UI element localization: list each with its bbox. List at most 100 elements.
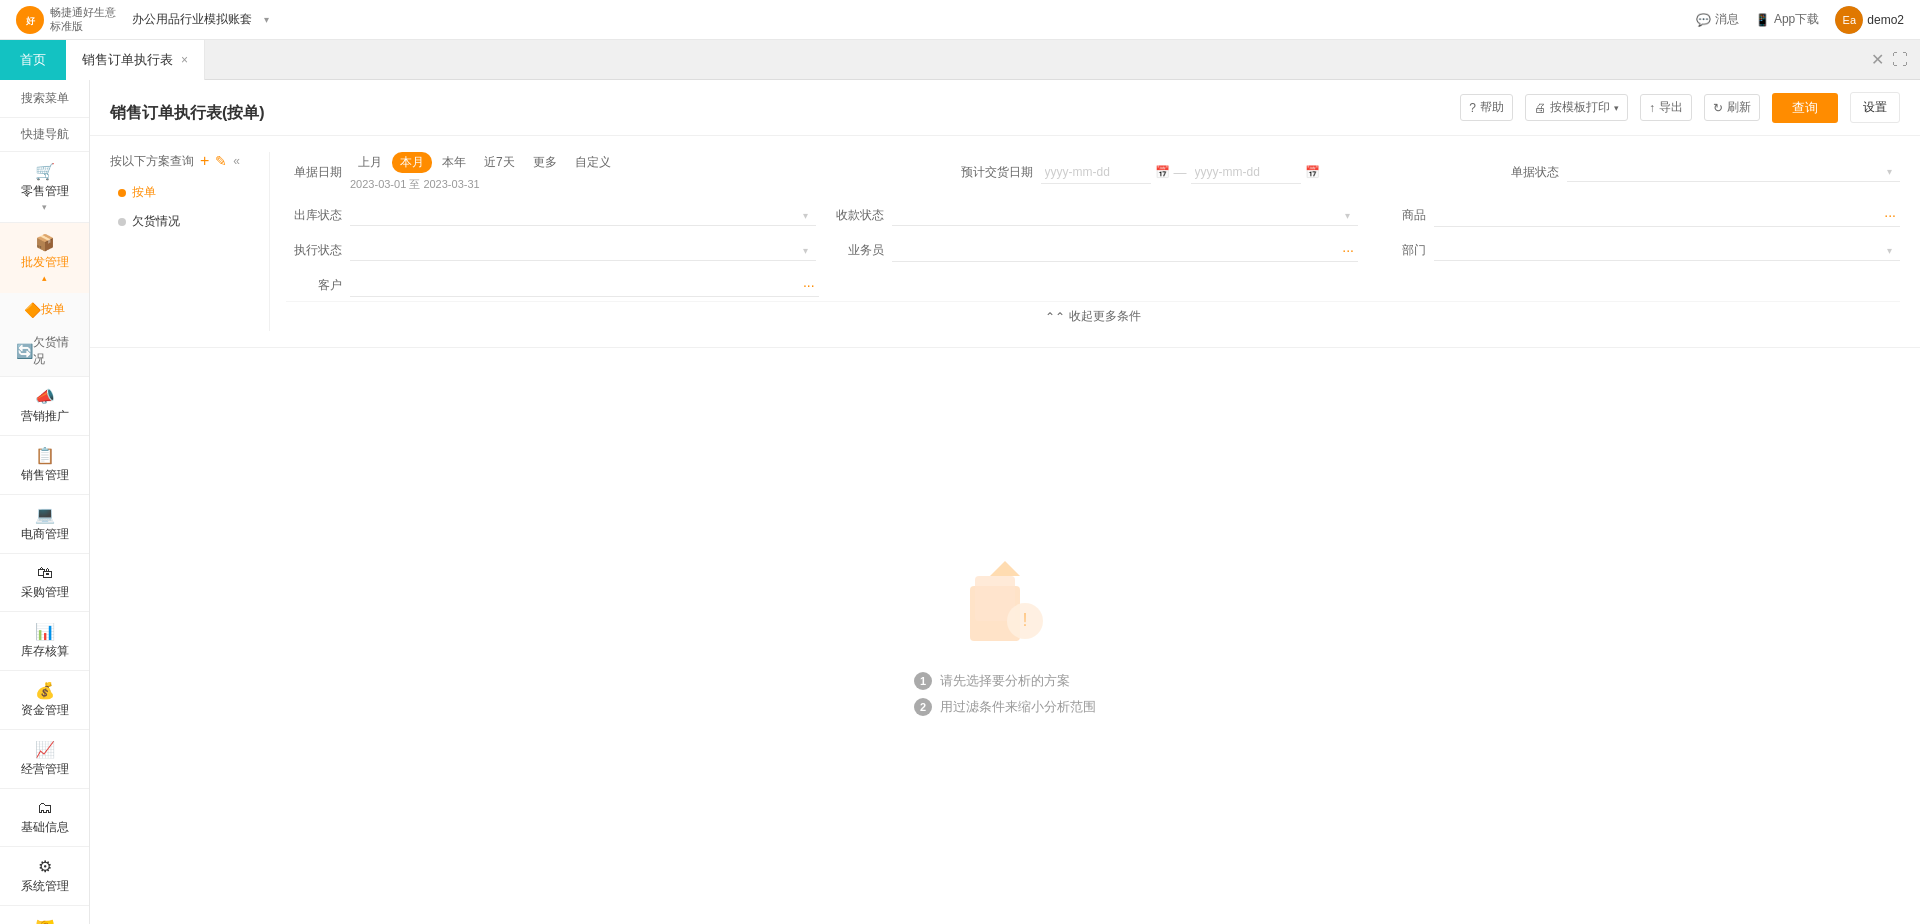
expected-date-start[interactable]	[1041, 161, 1151, 184]
sidebar-sub-item-order[interactable]: 🔶 按单	[0, 293, 89, 326]
refresh-button[interactable]: ↻ 刷新	[1704, 94, 1760, 121]
doc-status-select[interactable]: ▾	[1567, 162, 1901, 182]
svg-text:好: 好	[25, 16, 36, 26]
filter-row-4: 客户 ···	[286, 274, 1900, 297]
filter-row-3: 执行状态 ▾ 业务员 ···	[286, 239, 1900, 262]
date-tab-last-month[interactable]: 上月	[350, 152, 390, 173]
scheme-debt-label: 欠货情况	[132, 213, 180, 230]
date-tab-more[interactable]: 更多	[525, 152, 565, 173]
expected-date-end[interactable]	[1191, 161, 1301, 184]
exec-status-label: 执行状态	[286, 242, 342, 259]
collapse-more-button[interactable]: ⌃⌃ 收起更多条件	[286, 301, 1900, 331]
corp-icon: 🤝	[35, 916, 55, 924]
sidebar-item-inventory[interactable]: 📊 库存核算	[0, 612, 89, 671]
collection-status-arrow: ▾	[1345, 210, 1350, 221]
settings-button[interactable]: 设置	[1850, 92, 1900, 123]
sidebar-item-retail-btn[interactable]: 🛒 零售管理 ▾	[0, 152, 89, 222]
app-dropdown-arrow[interactable]: ▾	[264, 14, 269, 25]
page-title: 销售订单执行表(按单)	[110, 103, 265, 124]
collapse-scheme-button[interactable]: «	[233, 154, 240, 168]
query-button[interactable]: 查询	[1772, 93, 1838, 123]
sidebar-item-basic[interactable]: 🗂 基础信息	[0, 789, 89, 847]
tab-bar-right: ✕ ⛶	[1871, 50, 1920, 69]
date-tab-this-month[interactable]: 本月	[392, 152, 432, 173]
sidebar-item-finance[interactable]: 💰 资金管理	[0, 671, 89, 730]
sidebar-item-corp-btn[interactable]: 🤝 企业协同	[0, 906, 89, 924]
sales-icon: 📋	[35, 446, 55, 465]
sidebar-item-corp[interactable]: 🤝 企业协同	[0, 906, 89, 924]
exec-status-select[interactable]: ▾	[350, 241, 816, 261]
salesperson-label: 业务员	[828, 242, 884, 259]
sidebar-quick-label[interactable]: 快捷导航	[8, 126, 81, 143]
app-download-button[interactable]: 📱 App下载	[1755, 11, 1819, 28]
tab-close-window[interactable]: ✕	[1871, 50, 1884, 69]
sidebar-item-operation-btn[interactable]: 📈 经营管理	[0, 730, 89, 788]
debt-icon: 🔄	[16, 343, 33, 359]
print-arrow: ▾	[1614, 103, 1619, 113]
sidebar-item-operation[interactable]: 📈 经营管理	[0, 730, 89, 789]
sidebar-item-finance-btn[interactable]: 💰 资金管理	[0, 671, 89, 729]
filter-group-dept: 部门 ▾	[1370, 241, 1900, 261]
template-print-button[interactable]: 🖨 按模板打印 ▾	[1525, 94, 1628, 121]
customer-input[interactable]	[350, 274, 799, 296]
sidebar-search[interactable]: 搜索菜单	[0, 80, 89, 118]
sidebar-item-sales[interactable]: 📋 销售管理	[0, 436, 89, 495]
sidebar-sub-item-debt[interactable]: 🔄 欠货情况	[0, 326, 89, 376]
sidebar-item-marketing[interactable]: 📣 营销推广	[0, 377, 89, 436]
marketing-icon: 📣	[35, 387, 55, 406]
sidebar-item-ecommerce-btn[interactable]: 💻 电商管理	[0, 495, 89, 553]
tab-sales-order[interactable]: 销售订单执行表 ×	[66, 40, 205, 80]
retail-arrow: ▾	[42, 202, 47, 212]
product-input[interactable]	[1434, 204, 1880, 226]
help-button[interactable]: ? 帮助	[1460, 94, 1513, 121]
filter-group-salesperson: 业务员 ···	[828, 239, 1358, 262]
tab-close-icon[interactable]: ×	[181, 53, 188, 67]
filter-row-2: 出库状态 ▾ 收款状态 ▾	[286, 204, 1900, 227]
calendar-icon-start[interactable]: 📅	[1155, 165, 1170, 179]
filter-panel: 按以下方案查询 + ✎ « 按单 欠货情况	[90, 136, 1920, 348]
sidebar-item-wholesale-btn[interactable]: 📦 批发管理 ▴	[0, 223, 89, 293]
tab-maximize[interactable]: ⛶	[1892, 51, 1908, 69]
sidebar-quick-nav[interactable]: 快捷导航	[0, 118, 89, 152]
filter-scheme-order[interactable]: 按单	[110, 178, 257, 207]
edit-scheme-button[interactable]: ✎	[215, 153, 227, 169]
customer-ellipsis-btn[interactable]: ···	[799, 277, 819, 293]
sidebar-item-inventory-btn[interactable]: 📊 库存核算	[0, 612, 89, 670]
date-tab-custom[interactable]: 自定义	[567, 152, 619, 173]
filter-scheme-debt[interactable]: 欠货情况	[110, 207, 257, 236]
dept-select[interactable]: ▾	[1434, 241, 1900, 261]
sidebar-item-marketing-btn[interactable]: 📣 营销推广	[0, 377, 89, 435]
sidebar-item-ecommerce[interactable]: 💻 电商管理	[0, 495, 89, 554]
sidebar-item-retail[interactable]: 🛒 零售管理 ▾	[0, 152, 89, 223]
collection-status-select[interactable]: ▾	[892, 206, 1358, 226]
add-scheme-button[interactable]: +	[200, 152, 209, 170]
order-icon: 🔶	[24, 302, 41, 318]
sidebar-item-basic-btn[interactable]: 🗂 基础信息	[0, 789, 89, 846]
operation-icon: 📈	[35, 740, 55, 759]
tab-home[interactable]: 首页	[0, 40, 66, 80]
content-body: ! 1 请先选择要分析的方案 2 用过滤条件来缩小分析范围	[90, 348, 1920, 924]
sidebar-item-system-btn[interactable]: ⚙ 系统管理	[0, 847, 89, 905]
export-button[interactable]: ↑ 导出	[1640, 94, 1692, 121]
salesperson-input[interactable]	[892, 239, 1338, 261]
doc-status-arrow: ▾	[1887, 166, 1892, 177]
sidebar-item-purchase[interactable]: 🛍 采购管理	[0, 554, 89, 612]
date-tab-this-year[interactable]: 本年	[434, 152, 474, 173]
message-button[interactable]: 💬 消息	[1696, 11, 1739, 28]
basic-icon: 🗂	[37, 799, 53, 817]
sidebar-item-sales-btn[interactable]: 📋 销售管理	[0, 436, 89, 494]
sidebar-search-label[interactable]: 搜索菜单	[8, 90, 81, 107]
date-tab-7days[interactable]: 近7天	[476, 152, 523, 173]
out-status-select[interactable]: ▾	[350, 206, 816, 226]
user-avatar-area[interactable]: Ea demo2	[1835, 6, 1904, 34]
filter-group-customer: 客户 ···	[286, 274, 819, 297]
sidebar-item-system[interactable]: ⚙ 系统管理	[0, 847, 89, 906]
product-ellipsis-btn[interactable]: ···	[1880, 207, 1900, 223]
calendar-icon-end[interactable]: 📅	[1305, 165, 1320, 179]
sidebar-item-wholesale: 📦 批发管理 ▴ 🔶 按单 🔄 欠货情况	[0, 223, 89, 377]
collapse-icon: ⌃⌃	[1045, 310, 1065, 324]
date-preset-text: 2023-03-01 至 2023-03-31	[350, 177, 480, 192]
salesperson-ellipsis-btn[interactable]: ···	[1338, 242, 1358, 258]
empty-illustration: !	[955, 556, 1055, 656]
sidebar-item-purchase-btn[interactable]: 🛍 采购管理	[0, 554, 89, 611]
